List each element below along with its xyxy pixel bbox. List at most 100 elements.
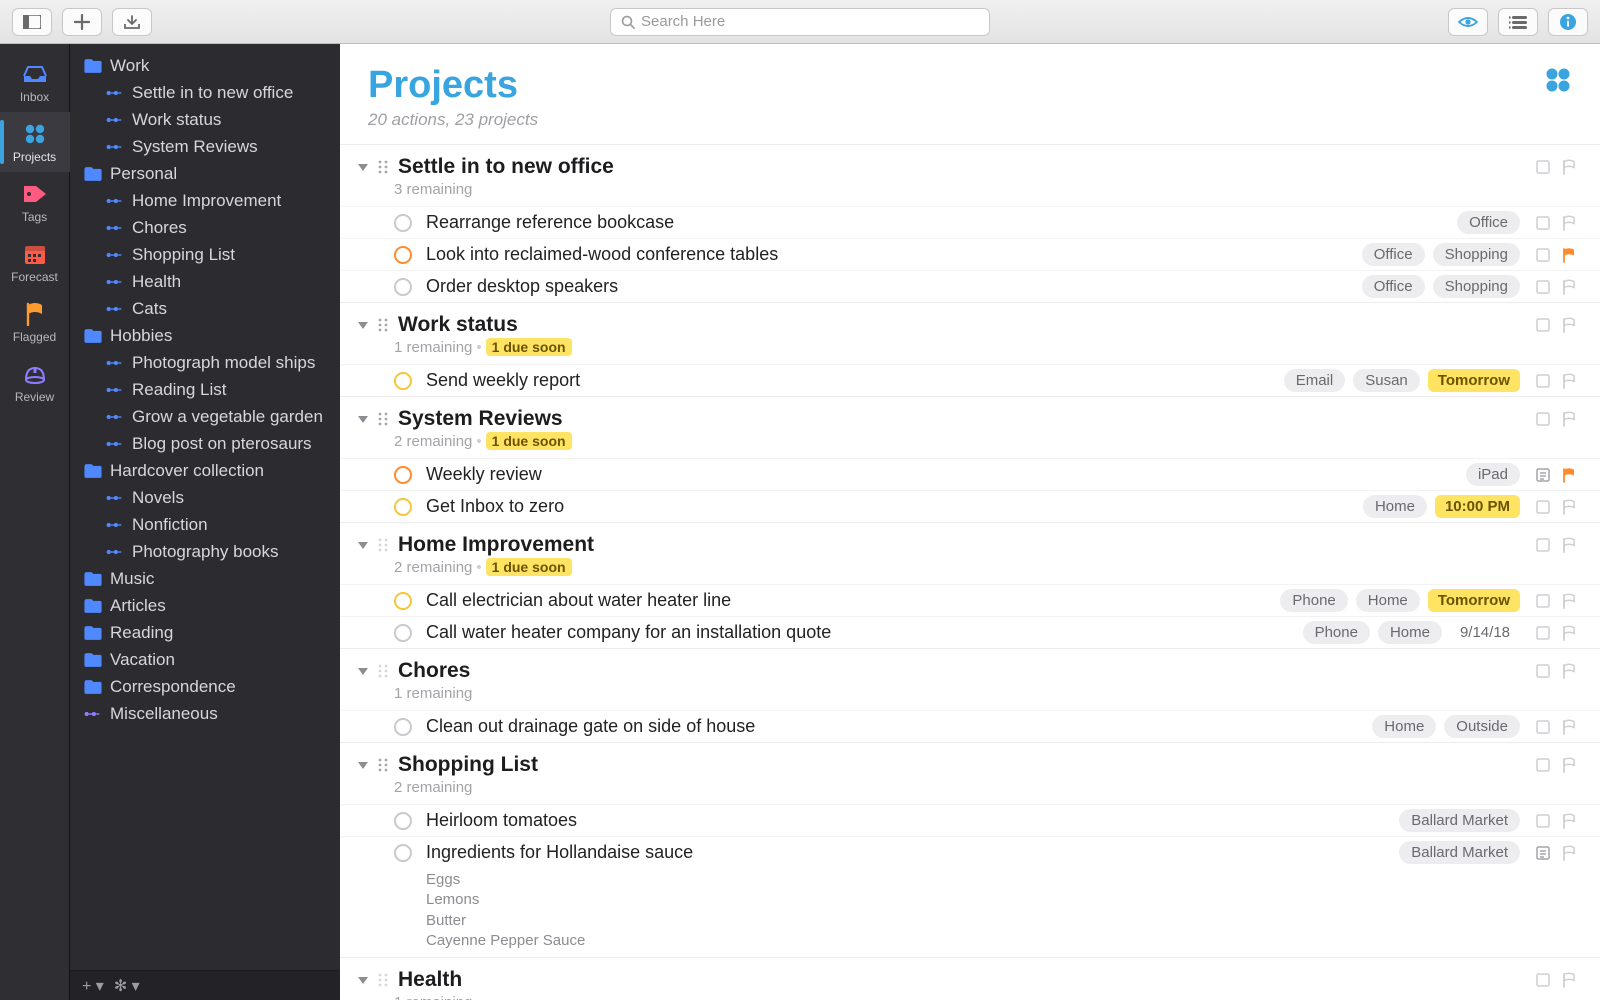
flag-icon[interactable] [1558, 499, 1580, 515]
tag-pill[interactable]: Office [1457, 211, 1520, 234]
disclosure-triangle-icon[interactable] [356, 664, 370, 678]
tag-pill[interactable]: Home [1372, 715, 1436, 738]
drag-handle-icon[interactable] [376, 758, 390, 772]
search-field[interactable] [610, 8, 990, 36]
tag-pill[interactable]: Home [1378, 621, 1442, 644]
task-row[interactable]: Get Inbox to zeroHome10:00 PM [340, 490, 1600, 522]
flag-icon[interactable] [1558, 317, 1580, 333]
drag-handle-icon[interactable] [376, 160, 390, 174]
tag-pill[interactable]: Email [1284, 369, 1346, 392]
task-row[interactable]: Weekly reviewiPad [340, 458, 1600, 490]
drag-handle-icon[interactable] [376, 412, 390, 426]
sidebar-project[interactable]: Miscellaneous [78, 700, 336, 727]
note-indicator-icon[interactable] [1532, 317, 1554, 333]
group-header[interactable]: System Reviews [340, 396, 1600, 433]
group-header[interactable]: Shopping List [340, 742, 1600, 779]
task-checkbox[interactable] [394, 844, 412, 862]
sidebar-folder[interactable]: Hardcover collection [78, 457, 336, 484]
note-indicator-icon[interactable] [1532, 593, 1554, 609]
drag-handle-icon[interactable] [376, 973, 390, 987]
sidebar-project[interactable]: Shopping List [100, 241, 336, 268]
flag-icon[interactable] [1558, 663, 1580, 679]
tag-pill[interactable]: Shopping [1433, 275, 1520, 298]
disclosure-triangle-icon[interactable] [356, 318, 370, 332]
note-indicator-icon[interactable] [1532, 499, 1554, 515]
flag-icon[interactable] [1558, 537, 1580, 553]
drag-handle-icon[interactable] [376, 664, 390, 678]
tag-pill[interactable]: iPad [1466, 463, 1520, 486]
tag-pill[interactable]: Home [1356, 589, 1420, 612]
sidebar-toggle-button[interactable] [12, 8, 52, 36]
rail-item-tags[interactable]: Tags [0, 172, 70, 232]
note-indicator-icon[interactable] [1532, 247, 1554, 263]
sidebar-folder[interactable]: Articles [78, 592, 336, 619]
note-indicator-icon[interactable] [1532, 279, 1554, 295]
task-row[interactable]: Rearrange reference bookcaseOffice [340, 206, 1600, 238]
task-row[interactable]: Look into reclaimed-wood conference tabl… [340, 238, 1600, 270]
sidebar-folder[interactable]: Reading [78, 619, 336, 646]
add-button[interactable]: + ▾ [82, 976, 104, 996]
sidebar-project[interactable]: System Reviews [100, 133, 336, 160]
note-indicator-icon[interactable] [1532, 972, 1554, 988]
sidebar-folder[interactable]: Work [78, 52, 336, 79]
task-row[interactable]: Heirloom tomatoesBallard Market [340, 804, 1600, 836]
sidebar-project[interactable]: Grow a vegetable garden [100, 403, 336, 430]
disclosure-triangle-icon[interactable] [356, 538, 370, 552]
flag-icon[interactable] [1558, 215, 1580, 231]
rail-item-forecast[interactable]: Forecast [0, 232, 70, 292]
task-checkbox[interactable] [394, 466, 412, 484]
note-indicator-icon[interactable] [1532, 537, 1554, 553]
note-indicator-icon[interactable] [1532, 159, 1554, 175]
sidebar-folder[interactable]: Correspondence [78, 673, 336, 700]
note-indicator-icon[interactable] [1532, 719, 1554, 735]
task-checkbox[interactable] [394, 214, 412, 232]
task-checkbox[interactable] [394, 812, 412, 830]
group-header[interactable]: Chores [340, 648, 1600, 685]
disclosure-triangle-icon[interactable] [356, 758, 370, 772]
flag-icon[interactable] [1558, 467, 1580, 483]
task-row[interactable]: Call water heater company for an install… [340, 616, 1600, 648]
disclosure-triangle-icon[interactable] [356, 412, 370, 426]
sidebar-project[interactable]: Chores [100, 214, 336, 241]
drag-handle-icon[interactable] [376, 538, 390, 552]
note-indicator-icon[interactable] [1532, 411, 1554, 427]
rail-item-review[interactable]: Review [0, 352, 70, 412]
task-row[interactable]: Call electrician about water heater line… [340, 584, 1600, 616]
note-indicator-icon[interactable] [1532, 663, 1554, 679]
task-checkbox[interactable] [394, 372, 412, 390]
task-checkbox[interactable] [394, 246, 412, 264]
group-header[interactable]: Health [340, 957, 1600, 994]
search-input[interactable] [641, 13, 979, 30]
group-header[interactable]: Work status [340, 302, 1600, 339]
sidebar-project[interactable]: Nonfiction [100, 511, 336, 538]
task-row[interactable]: Order desktop speakersOfficeShopping [340, 270, 1600, 302]
note-indicator-icon[interactable] [1532, 757, 1554, 773]
task-checkbox[interactable] [394, 718, 412, 736]
sidebar-project[interactable]: Novels [100, 484, 336, 511]
flag-icon[interactable] [1558, 593, 1580, 609]
sidebar-project[interactable]: Health [100, 268, 336, 295]
tag-pill[interactable]: Office [1362, 243, 1425, 266]
sidebar-folder[interactable]: Music [78, 565, 336, 592]
tag-pill[interactable]: Ballard Market [1399, 809, 1520, 832]
tag-pill[interactable]: Susan [1353, 369, 1420, 392]
tag-pill[interactable]: Outside [1444, 715, 1520, 738]
flag-icon[interactable] [1558, 719, 1580, 735]
flag-icon[interactable] [1558, 972, 1580, 988]
sidebar-folder[interactable]: Vacation [78, 646, 336, 673]
sidebar-project[interactable]: Work status [100, 106, 336, 133]
tag-pill[interactable]: Office [1362, 275, 1425, 298]
disclosure-triangle-icon[interactable] [356, 160, 370, 174]
tag-pill[interactable]: Home [1363, 495, 1427, 518]
task-row[interactable]: Send weekly reportEmailSusanTomorrow [340, 364, 1600, 396]
note-indicator-icon[interactable] [1532, 467, 1554, 483]
note-indicator-icon[interactable] [1532, 215, 1554, 231]
sidebar-project[interactable]: Photography books [100, 538, 336, 565]
view-options-button[interactable] [1498, 8, 1538, 36]
flag-icon[interactable] [1558, 813, 1580, 829]
sidebar-project[interactable]: Home Improvement [100, 187, 336, 214]
task-checkbox[interactable] [394, 278, 412, 296]
sidebar-project[interactable]: Settle in to new office [100, 79, 336, 106]
tag-pill[interactable]: Shopping [1433, 243, 1520, 266]
task-checkbox[interactable] [394, 498, 412, 516]
